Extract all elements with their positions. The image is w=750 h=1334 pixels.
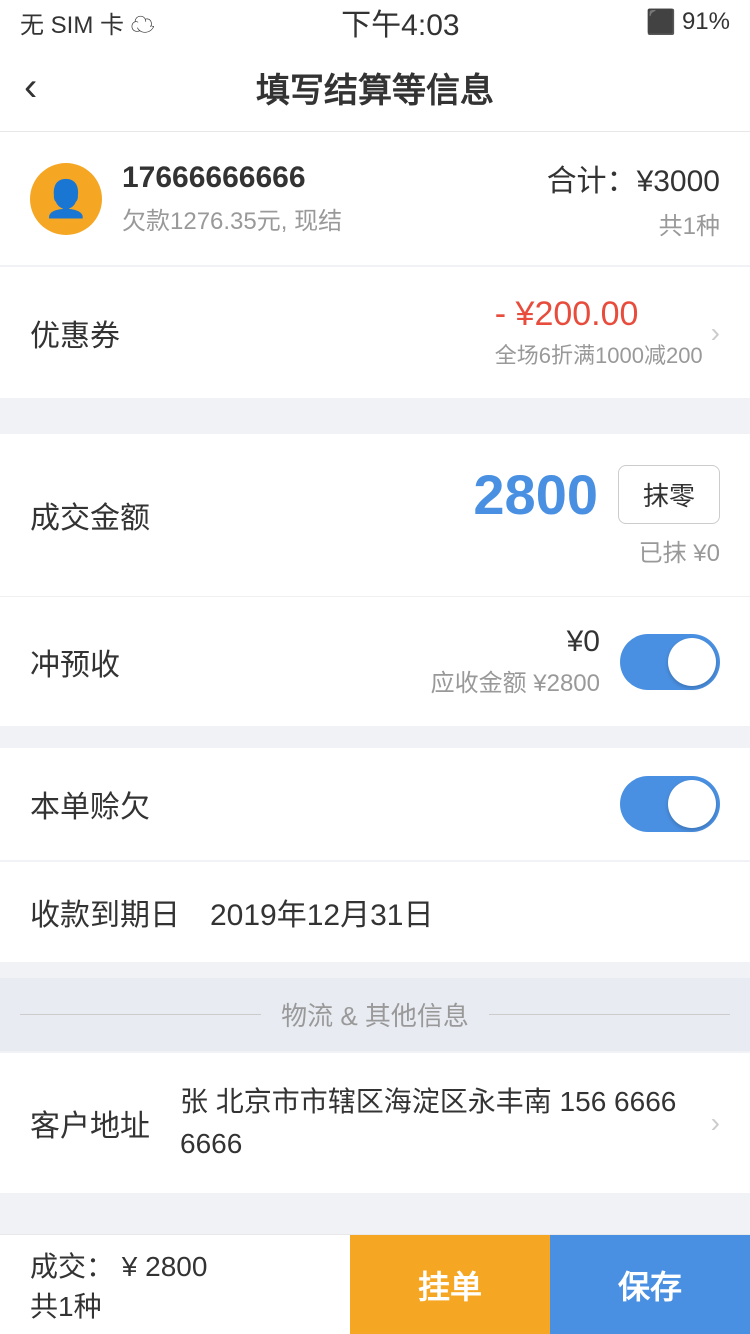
debt-toggle[interactable] — [620, 776, 720, 832]
section-divider-2 — [0, 728, 750, 748]
avatar: 👤 — [30, 163, 102, 235]
user-phone: 17666666666 — [122, 161, 342, 195]
transaction-row: 成交金额 2800 抹零 已抹 ¥0 — [0, 434, 750, 597]
total-amount: 合计：¥3000 — [547, 156, 720, 200]
coupon-section[interactable]: 优惠券 - ¥200.00 全场6折满1000减200 › — [0, 267, 750, 398]
hold-button[interactable]: 挂单 — [350, 1235, 550, 1334]
status-time: 下午4:03 — [341, 0, 459, 44]
debt-label: 本单赊欠 — [30, 782, 150, 826]
prepay-amount: ¥0 — [431, 625, 600, 659]
address-row[interactable]: 客户地址 张 北京市市辖区海淀区永丰南 156 6666 6666 › — [0, 1053, 750, 1193]
back-button[interactable]: ‹ — [24, 65, 37, 110]
prepay-toggle[interactable] — [620, 634, 720, 690]
address-value: 张 北京市市辖区海淀区永丰南 156 6666 6666 — [180, 1081, 711, 1165]
logistics-separator: 物流 & 其他信息 — [0, 978, 750, 1051]
battery-icon: ⬛ — [646, 8, 676, 37]
user-sub: 欠款1276.35元, 现结 — [122, 201, 342, 236]
coupon-discount: - ¥200.00 — [495, 295, 703, 334]
nav-bar: ‹ 填写结算等信息 — [0, 44, 750, 132]
transaction-amount: 2800 — [473, 462, 598, 527]
transaction-label: 成交金额 — [30, 493, 150, 537]
page-title: 填写结算等信息 — [256, 63, 494, 112]
due-date-label: 收款到期日 — [30, 890, 180, 934]
user-details: 17666666666 欠款1276.35元, 现结 — [122, 161, 342, 236]
summary-count: 共1种 — [30, 1285, 320, 1325]
coupon-right: - ¥200.00 全场6折满1000减200 › — [495, 295, 720, 370]
section-divider-1 — [0, 414, 750, 434]
coupon-label: 优惠券 — [30, 311, 120, 355]
chevron-right-icon: › — [711, 317, 720, 349]
battery-percent: 91% — [682, 8, 730, 36]
summary-label-amount: 成交： ¥ 2800 — [30, 1245, 320, 1285]
transaction-sub: 已抹 ¥0 — [473, 533, 720, 568]
prepay-right: ¥0 应收金额 ¥2800 — [431, 625, 720, 698]
order-total: 合计：¥3000 共1种 — [547, 156, 720, 241]
bottom-summary: 成交： ¥ 2800 共1种 — [0, 1245, 350, 1325]
address-chevron-icon: › — [711, 1107, 720, 1139]
sep-line-left — [20, 1014, 261, 1015]
sep-line-right — [489, 1014, 730, 1015]
due-date-row: 收款到期日 2019年12月31日 — [0, 862, 750, 962]
debt-toggle-knob — [668, 780, 716, 828]
user-info-group: 👤 17666666666 欠款1276.35元, 现结 — [30, 161, 342, 236]
transaction-section: 成交金额 2800 抹零 已抹 ¥0 冲预收 ¥0 应收金额 ¥2800 — [0, 434, 750, 726]
bottom-bar: 成交： ¥ 2800 共1种 挂单 保存 — [0, 1234, 750, 1334]
prepay-label: 冲预收 — [30, 640, 120, 684]
prepay-row: 冲预收 ¥0 应收金额 ¥2800 — [0, 597, 750, 726]
coupon-desc: 全场6折满1000减200 — [495, 338, 703, 370]
address-label: 客户地址 — [30, 1101, 150, 1145]
transaction-value-group: 2800 抹零 — [473, 462, 720, 527]
debt-row: 本单赊欠 — [0, 748, 750, 860]
prepay-amount-group: ¥0 应收金额 ¥2800 — [431, 625, 600, 698]
sim-label: 无 SIM 卡 ☁ — [20, 5, 155, 40]
status-right: ⬛ 91% — [646, 8, 730, 37]
status-left: 无 SIM 卡 ☁ — [20, 5, 155, 40]
status-bar: 无 SIM 卡 ☁ 下午4:03 ⬛ 91% — [0, 0, 750, 44]
logistics-sep-text: 物流 & 其他信息 — [281, 996, 469, 1033]
summary-amount: ¥ 2800 — [122, 1251, 208, 1282]
due-date-value: 2019年12月31日 — [210, 890, 433, 934]
save-button[interactable]: 保存 — [550, 1235, 750, 1334]
round-button[interactable]: 抹零 — [618, 465, 720, 524]
prepay-sub: 应收金额 ¥2800 — [431, 663, 600, 698]
total-count: 共1种 — [547, 206, 720, 241]
toggle-knob — [668, 638, 716, 686]
summary-label: 成交： — [30, 1251, 114, 1282]
user-card: 👤 17666666666 欠款1276.35元, 现结 合计：¥3000 共1… — [0, 132, 750, 265]
